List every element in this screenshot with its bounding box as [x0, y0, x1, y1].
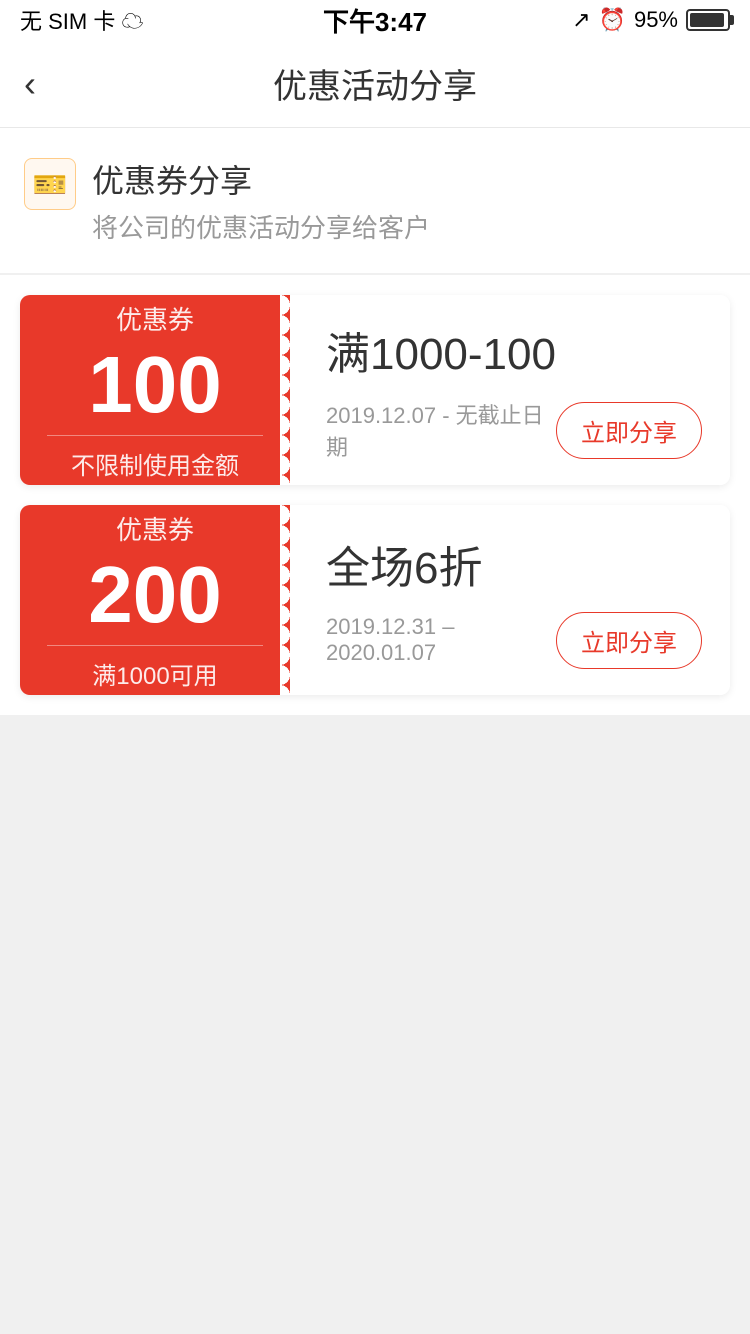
coupon-footer-2: 2019.12.31 – 2020.01.07 立即分享 [326, 612, 702, 669]
coupon-name-1: 满1000-100 [326, 318, 702, 382]
coupon-footer-1: 2019.12.07 - 无截止日期 立即分享 [326, 398, 702, 462]
coupon-date-2: 2019.12.31 – 2020.01.07 [326, 614, 556, 666]
share-button-2[interactable]: 立即分享 [556, 612, 702, 669]
coupon-left-2: 优惠券 200 满1000可用 [20, 505, 290, 695]
coupon-icon: 🎫 [24, 158, 76, 210]
share-button-1[interactable]: 立即分享 [556, 402, 702, 459]
back-button[interactable]: ‹ [24, 66, 36, 102]
coupon-right-1: 满1000-100 2019.12.07 - 无截止日期 立即分享 [290, 295, 730, 485]
coupon-label-2: 优惠券 [116, 510, 194, 547]
coupon-date-1: 2019.12.07 - 无截止日期 [326, 398, 556, 462]
status-left: 无 SIM 卡 ☁ [20, 4, 143, 36]
alarm-icon: ⏰ [599, 7, 626, 33]
coupon-list: 优惠券 100 不限制使用金额 满1000-100 2019.12.07 - 无… [0, 275, 750, 715]
empty-area [0, 715, 750, 1265]
coupon-left-1: 优惠券 100 不限制使用金额 [20, 295, 290, 485]
nav-bar: ‹ 优惠活动分享 [0, 40, 750, 128]
status-bar: 无 SIM 卡 ☁ 下午3:47 ↗ ⏰ 95% [0, 0, 750, 40]
location-icon: ↗ [572, 7, 590, 33]
coupon-label-1: 优惠券 [116, 300, 194, 337]
status-right: ↗ ⏰ 95% [572, 7, 730, 33]
coupon-card-1: 优惠券 100 不限制使用金额 满1000-100 2019.12.07 - 无… [20, 295, 730, 485]
battery-fill [690, 13, 724, 27]
sim-status: 无 SIM 卡 ☁ [20, 4, 143, 36]
coupon-condition-2: 满1000可用 [82, 656, 227, 691]
battery-icon [686, 9, 730, 31]
section-text: 优惠券分享 将公司的优惠活动分享给客户 [92, 156, 430, 245]
section-subtitle: 将公司的优惠活动分享给客户 [92, 208, 430, 245]
coupon-amount-2: 200 [88, 555, 221, 635]
coupon-name-2: 全场6折 [326, 532, 702, 596]
coupon-condition-1: 不限制使用金额 [61, 446, 249, 481]
coupon-card-2: 优惠券 200 满1000可用 全场6折 2019.12.31 – 2020.0… [20, 505, 730, 695]
coupon-amount-1: 100 [88, 345, 221, 425]
page-title: 优惠活动分享 [273, 59, 477, 108]
battery-percent: 95% [634, 7, 678, 33]
status-time: 下午3:47 [323, 2, 427, 39]
coupon-divider-1 [47, 435, 263, 436]
section-header: 🎫 优惠券分享 将公司的优惠活动分享给客户 [0, 128, 750, 273]
section-title: 优惠券分享 [92, 156, 430, 202]
coupon-right-2: 全场6折 2019.12.31 – 2020.01.07 立即分享 [290, 505, 730, 695]
coupon-divider-2 [47, 645, 263, 646]
